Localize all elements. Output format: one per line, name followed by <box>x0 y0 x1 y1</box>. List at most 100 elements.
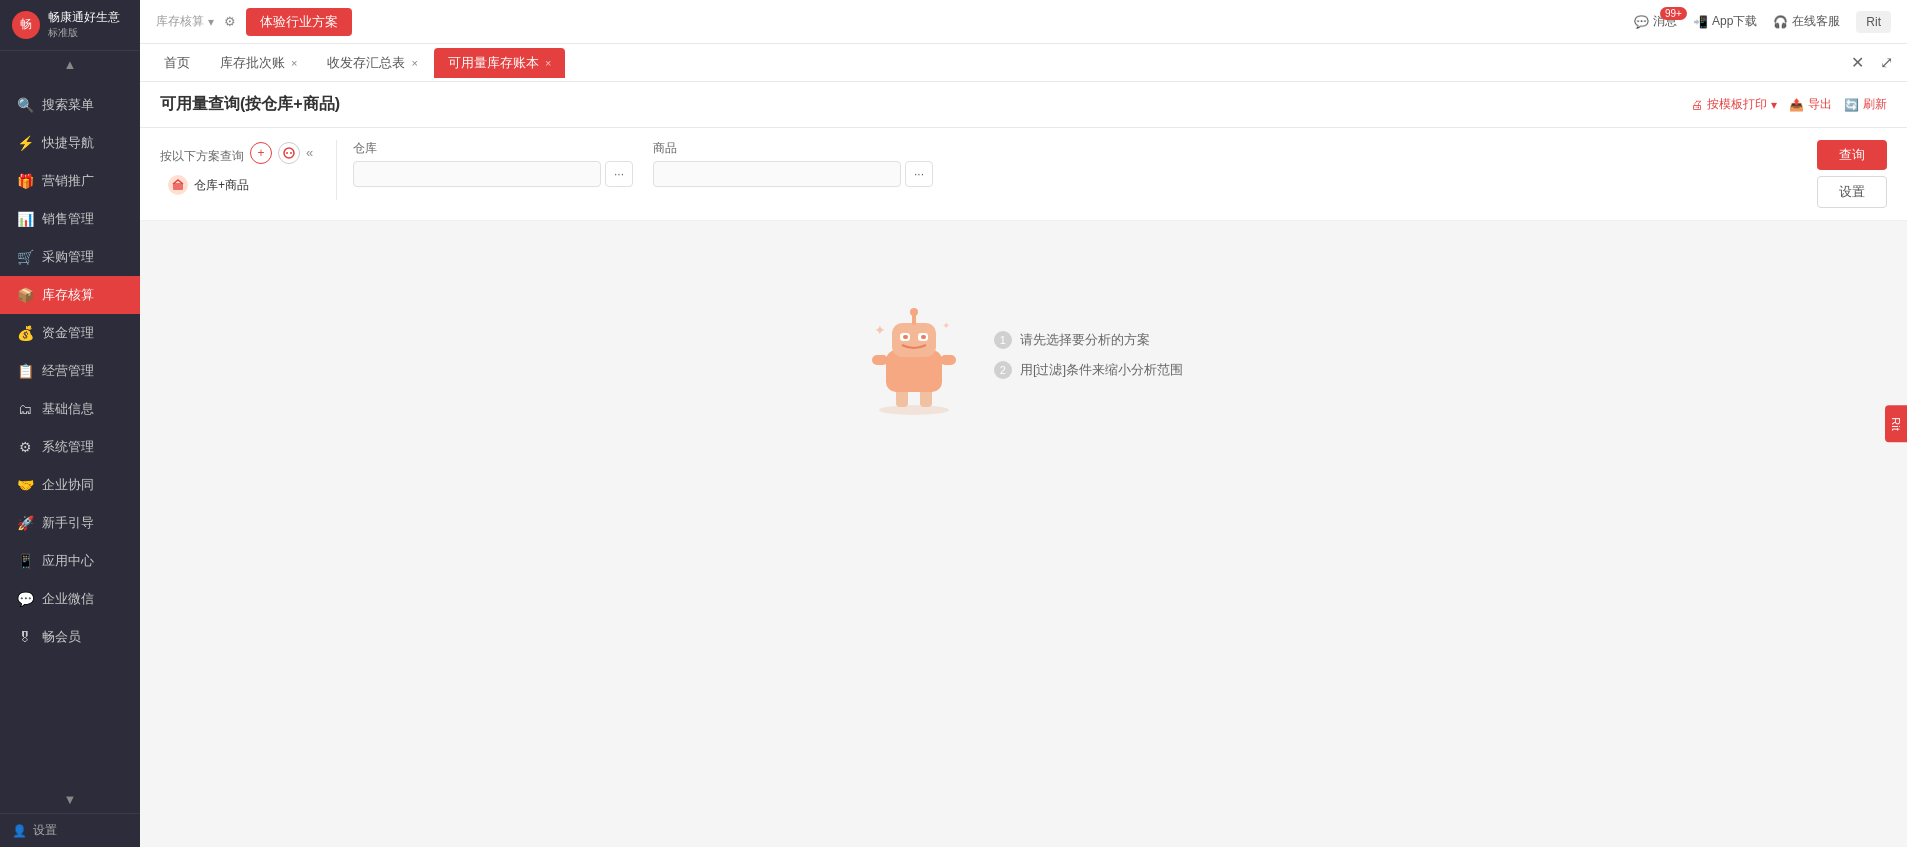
sidebar-item-search[interactable]: 🔍 搜索菜单 <box>0 86 140 124</box>
gear-icon[interactable]: ⚙ <box>224 14 236 29</box>
export-btn[interactable]: 📤 导出 <box>1789 96 1832 113</box>
filter-schemes: 按以下方案查询 + « <box>160 140 320 201</box>
sidebar-item-sales[interactable]: 📊 销售管理 <box>0 200 140 238</box>
sidebar-item-operation[interactable]: 📋 经营管理 <box>0 352 140 390</box>
sidebar-footer[interactable]: 👤 设置 <box>0 813 140 847</box>
goods-input[interactable] <box>653 161 901 187</box>
app-subtitle: 标准版 <box>48 26 120 40</box>
close-tab-btn[interactable]: ✕ <box>1847 49 1868 76</box>
sidebar-item-label: 采购管理 <box>42 248 94 266</box>
sidebar-item-wechat[interactable]: 💬 企业微信 <box>0 580 140 618</box>
add-scheme-btn[interactable]: + <box>250 142 272 164</box>
app-icon: 📱 <box>16 553 34 569</box>
sidebar-item-member[interactable]: 🎖 畅会员 <box>0 618 140 656</box>
headset-icon: 🎧 <box>1773 15 1788 29</box>
basic-icon: 🗂 <box>16 401 34 417</box>
tab-close-btn[interactable]: × <box>291 57 297 69</box>
filter-divider <box>336 140 337 200</box>
breadcrumb: 库存核算 ▾ <box>156 13 214 30</box>
sidebar-item-label: 搜索菜单 <box>42 96 94 114</box>
svg-text:✦: ✦ <box>879 353 886 362</box>
svg-text:✦: ✦ <box>942 320 950 331</box>
sidebar-item-newbie[interactable]: 🚀 新手引导 <box>0 504 140 542</box>
sidebar-item-marketing[interactable]: 🎁 营销推广 <box>0 162 140 200</box>
tab-home[interactable]: 首页 <box>150 48 204 78</box>
sidebar-item-label: 应用中心 <box>42 552 94 570</box>
service-btn[interactable]: 🎧 在线客服 <box>1773 13 1840 30</box>
tab-close-btn[interactable]: × <box>411 57 417 69</box>
industry-btn[interactable]: 体验行业方案 <box>246 8 352 36</box>
cart-icon: 🛒 <box>16 249 34 265</box>
inventory-icon: 📦 <box>16 287 34 303</box>
sidebar-item-label: 营销推广 <box>42 172 94 190</box>
expand-tab-btn[interactable]: ⤢ <box>1876 49 1897 76</box>
empty-hints: 1 请先选择要分析的方案 2 用[过滤]条件来缩小分析范围 <box>994 331 1183 379</box>
newbie-icon: 🚀 <box>16 515 34 531</box>
goods-filter-group: 商品 ··· <box>653 140 933 187</box>
page-header: 可用量查询(按仓库+商品) 🖨 按模板打印 ▾ 📤 导出 🔄 刷新 <box>140 82 1907 128</box>
goods-input-row: ··· <box>653 161 933 187</box>
sidebar-item-purchase[interactable]: 🛒 采购管理 <box>0 238 140 276</box>
sidebar-item-shortcut[interactable]: ⚡ 快捷导航 <box>0 124 140 162</box>
sidebar-item-label: 快捷导航 <box>42 134 94 152</box>
warehouse-input[interactable] <box>353 161 601 187</box>
goods-field-label: 商品 <box>653 140 933 157</box>
app-title: 畅康通好生意 <box>48 10 120 26</box>
tab-stock-summary[interactable]: 收发存汇总表 × <box>313 48 431 78</box>
tab-batch-account[interactable]: 库存批次账 × <box>206 48 311 78</box>
message-badge: 99+ <box>1660 7 1687 20</box>
warehouse-field-label: 仓库 <box>353 140 633 157</box>
scheme-header: 按以下方案查询 + « <box>160 140 320 165</box>
tab-label: 首页 <box>164 54 190 72</box>
user-icon: 👤 <box>12 824 27 838</box>
topbar-icons: 💬 消息 99+ 📲 App下载 🎧 在线客服 Rit <box>1634 11 1891 33</box>
page-actions: 🖨 按模板打印 ▾ 📤 导出 🔄 刷新 <box>1691 96 1887 113</box>
app-logo: 畅 <box>12 11 40 39</box>
sidebar-item-inventory[interactable]: 📦 库存核算 <box>0 276 140 314</box>
download-icon: 📲 <box>1693 15 1708 29</box>
sidebar-item-label: 资金管理 <box>42 324 94 342</box>
svg-point-1 <box>286 152 288 154</box>
shortcut-icon: ⚡ <box>16 135 34 151</box>
app-download-btn[interactable]: 📲 App下载 <box>1693 13 1757 30</box>
right-hint-label[interactable]: Rit <box>1885 405 1907 442</box>
message-btn[interactable]: 💬 消息 99+ <box>1634 13 1677 30</box>
query-btn[interactable]: 查询 <box>1817 140 1887 170</box>
warehouse-more-btn[interactable]: ··· <box>605 161 633 187</box>
svg-point-16 <box>910 308 918 316</box>
sidebar-item-system[interactable]: ⚙ 系统管理 <box>0 428 140 466</box>
sidebar-item-enterprise[interactable]: 🤝 企业协同 <box>0 466 140 504</box>
svg-rect-10 <box>892 323 936 357</box>
sidebar-header: 畅 畅康通好生意 标准版 <box>0 0 140 51</box>
hint-text-1: 请先选择要分析的方案 <box>1020 331 1150 349</box>
tab-label: 可用量库存账本 <box>448 54 539 72</box>
tab-label: 库存批次账 <box>220 54 285 72</box>
search-icon: 🔍 <box>16 97 34 113</box>
settings-btn[interactable]: 设置 <box>1817 176 1887 208</box>
page-title: 可用量查询(按仓库+商品) <box>160 94 340 115</box>
filter-fields: 仓库 ··· 商品 ··· <box>353 140 1801 187</box>
goods-more-btn[interactable]: ··· <box>905 161 933 187</box>
sidebar-item-appstore[interactable]: 📱 应用中心 <box>0 542 140 580</box>
empty-state-inner: ✦ ✦ ✦ 1 请先选择要分析的方案 2 用[过滤]条件来缩小分析范围 <box>864 305 1183 405</box>
topbar: 库存核算 ▾ ⚙ 体验行业方案 💬 消息 99+ 📲 App下载 🎧 在线客服 … <box>140 0 1907 44</box>
scroll-down-btn[interactable]: ▼ <box>0 786 140 813</box>
user-account[interactable]: Rit <box>1856 11 1891 33</box>
message-icon: 💬 <box>1634 15 1649 29</box>
tab-label: 收发存汇总表 <box>327 54 405 72</box>
tab-close-btn[interactable]: × <box>545 57 551 69</box>
collapse-btn[interactable]: « <box>306 145 313 160</box>
refresh-btn[interactable]: 🔄 刷新 <box>1844 96 1887 113</box>
tabs-actions: ✕ ⤢ <box>1847 49 1897 76</box>
print-icon: 🖨 <box>1691 98 1703 112</box>
sidebar-item-label: 销售管理 <box>42 210 94 228</box>
print-btn[interactable]: 🖨 按模板打印 ▾ <box>1691 96 1777 113</box>
sidebar-item-finance[interactable]: 💰 资金管理 <box>0 314 140 352</box>
edit-scheme-btn[interactable] <box>278 142 300 164</box>
filter-action-btns: 查询 设置 <box>1817 140 1887 208</box>
tab-available-stock[interactable]: 可用量库存账本 × <box>434 48 565 78</box>
sidebar-item-basic[interactable]: 🗂 基础信息 <box>0 390 140 428</box>
scroll-up-btn[interactable]: ▲ <box>0 51 140 78</box>
gift-icon: 🎁 <box>16 173 34 189</box>
scheme-item-warehouse-goods[interactable]: 仓库+商品 <box>160 169 320 201</box>
